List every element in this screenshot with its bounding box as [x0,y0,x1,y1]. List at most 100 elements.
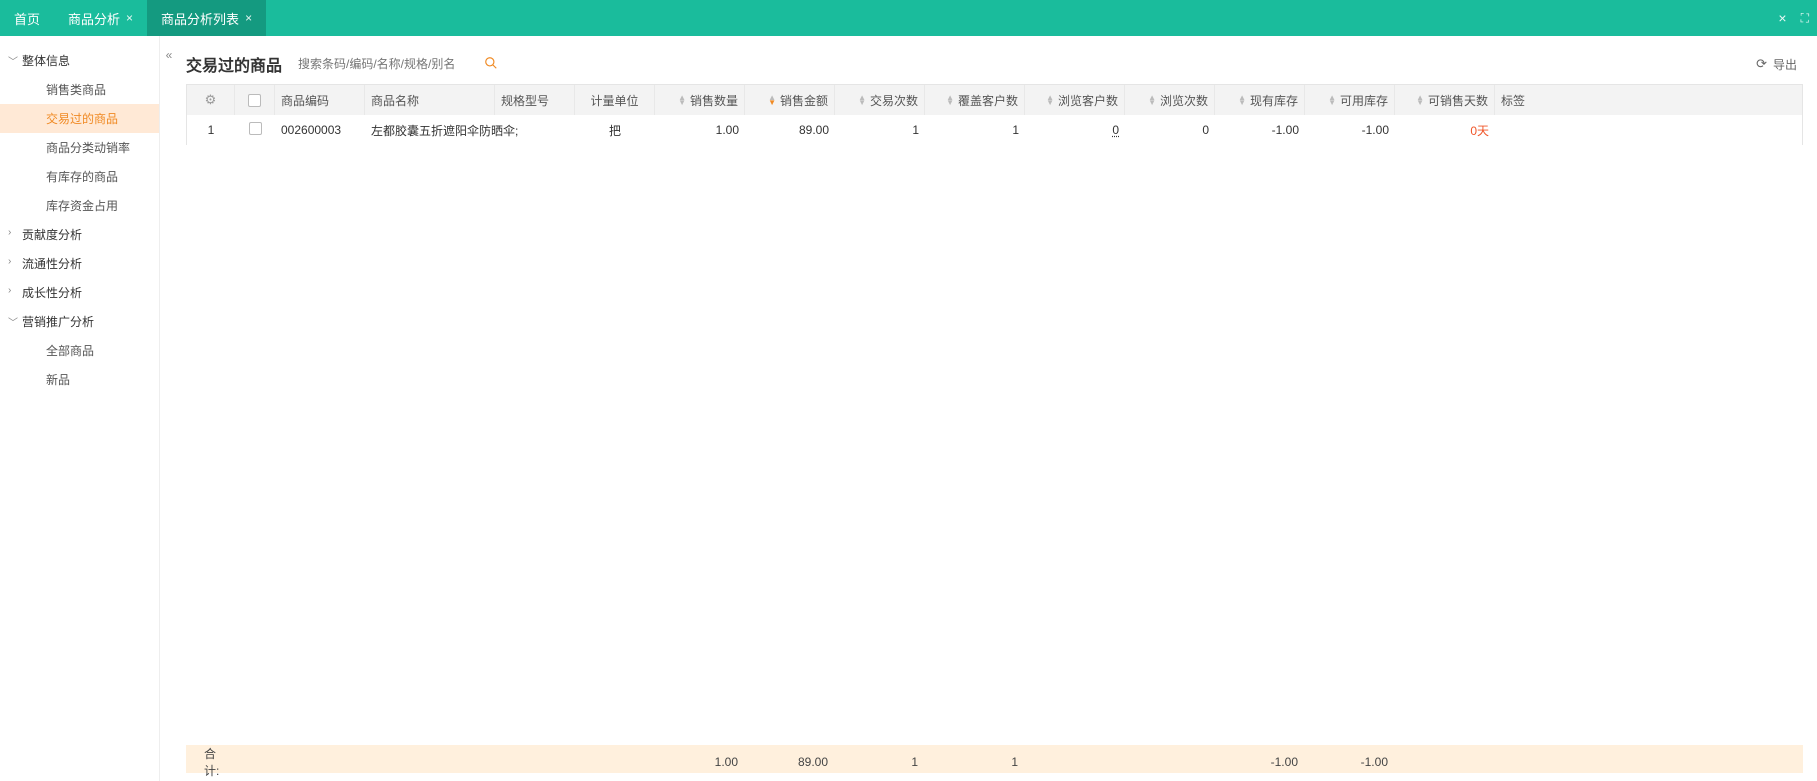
tfoot-label: 合计: [186,745,234,779]
select-all-checkbox[interactable] [248,94,261,107]
sidebar-item-traded-products[interactable]: 交易过的商品 [0,104,159,133]
tfoot-stock-avail: -1.00 [1304,755,1394,769]
th-gear[interactable]: ⚙ [187,85,235,115]
page-title: 交易过的商品 [186,52,282,76]
sidebar-item-category-sellrate[interactable]: 商品分类动销率 [0,133,159,162]
row-checkbox[interactable] [249,122,262,135]
tabbar-right-icons: × ⛶ [1778,0,1809,36]
th-sellable-days[interactable]: ▲▼可销售天数 [1395,85,1495,115]
td-stock-avail: -1.00 [1305,123,1395,137]
sidebar-group-header[interactable]: › 成长性分析 [0,278,159,307]
th-unit[interactable]: 计量单位 [575,85,655,115]
sort-icon: ▲▼ [858,95,866,105]
fullscreen-icon[interactable]: ⛶ [1801,11,1809,26]
layout: ﹀ 整体信息 销售类商品 交易过的商品 商品分类动销率 有库存的商品 库存资金占… [0,36,1817,781]
tab-label: 商品分析 [68,9,120,28]
sidebar-group-overview: ﹀ 整体信息 销售类商品 交易过的商品 商品分类动销率 有库存的商品 库存资金占… [0,46,159,220]
td-browse-count: 0 [1125,123,1215,137]
td-cover-cust: 1 [925,123,1025,137]
search-icon[interactable] [484,56,498,73]
td-unit: 把 [575,122,655,139]
sort-icon: ▲▼ [768,95,776,105]
tfoot-stock-now: -1.00 [1214,755,1304,769]
th-spec[interactable]: 规格型号 [495,85,575,115]
sidebar-item-instock-products[interactable]: 有库存的商品 [0,162,159,191]
sidebar-group-header[interactable]: ﹀ 整体信息 [0,46,159,75]
close-icon[interactable]: × [126,11,133,25]
th-browse-cust[interactable]: ▲▼浏览客户数 [1025,85,1125,115]
tfoot-trade-count: 1 [834,755,924,769]
sidebar-item-all-products[interactable]: 全部商品 [0,336,159,365]
tab-label: 首页 [14,9,40,28]
close-all-icon[interactable]: × [1778,10,1786,26]
th-sales-qty[interactable]: ▲▼销售数量 [655,85,745,115]
tfoot-cover-cust: 1 [924,755,1024,769]
sort-icon: ▲▼ [1046,95,1054,105]
close-icon[interactable]: × [245,11,252,25]
sidebar-group-label: 流通性分析 [22,255,82,272]
sidebar-group-liquidity: › 流通性分析 [0,249,159,278]
tfoot-sales-qty: 1.00 [654,755,744,769]
sidebar-item-sales-products[interactable]: 销售类商品 [0,75,159,104]
search-input[interactable] [298,57,478,72]
sidebar-group-growth: › 成长性分析 [0,278,159,307]
browse-cust-link[interactable]: 0 [1112,123,1119,137]
sidebar-group-label: 贡献度分析 [22,226,82,243]
tfoot-sales-amount: 89.00 [744,755,834,769]
main-content: 交易过的商品 ⟳ 导出 ⚙ 商品编码 商品名称 规格型号 计量单位 ▲▼销售 [160,36,1817,781]
chevron-down-icon: ﹀ [8,314,18,329]
th-tags[interactable]: 标签 [1495,85,1802,115]
chevron-right-icon: › [8,256,11,267]
th-browse-count[interactable]: ▲▼浏览次数 [1125,85,1215,115]
td-sellable-days: 0天 [1395,122,1495,139]
chevron-down-icon: ﹀ [8,53,18,68]
sidebar: ﹀ 整体信息 销售类商品 交易过的商品 商品分类动销率 有库存的商品 库存资金占… [0,36,160,781]
sidebar-group-header[interactable]: › 贡献度分析 [0,220,159,249]
sidebar-group-label: 成长性分析 [22,284,82,301]
th-cover-cust[interactable]: ▲▼覆盖客户数 [925,85,1025,115]
th-stock-avail[interactable]: ▲▼可用库存 [1305,85,1395,115]
td-trade-count: 1 [835,123,925,137]
td-sales-amount: 89.00 [745,123,835,137]
sidebar-group-contribution: › 贡献度分析 [0,220,159,249]
sidebar-group-header[interactable]: ﹀ 营销推广分析 [0,307,159,336]
sidebar-item-new-products[interactable]: 新品 [0,365,159,394]
sidebar-group-label: 营销推广分析 [22,313,94,330]
tab-home[interactable]: 首页 [0,0,54,36]
export-label: 导出 [1773,56,1797,73]
sidebar-item-stock-capital[interactable]: 库存资金占用 [0,191,159,220]
page-header: 交易过的商品 ⟳ 导出 [186,44,1803,84]
th-trade-count[interactable]: ▲▼交易次数 [835,85,925,115]
table-head: ⚙ 商品编码 商品名称 规格型号 计量单位 ▲▼销售数量 ▲▼销售金额 ▲▼交易… [187,85,1802,115]
td-product-name: 左都胶囊五折遮阳伞防晒伞; [365,122,495,139]
export-icon: ⟳ [1756,56,1767,72]
tab-product-analysis-list[interactable]: 商品分析列表 × [147,0,266,36]
tab-label: 商品分析列表 [161,9,239,28]
sidebar-group-header[interactable]: › 流通性分析 [0,249,159,278]
td-sales-qty: 1.00 [655,123,745,137]
table-row[interactable]: 1 002600003 左都胶囊五折遮阳伞防晒伞; 把 1.00 89.00 1… [187,115,1802,145]
th-stock-now[interactable]: ▲▼现有库存 [1215,85,1305,115]
sort-icon: ▲▼ [1238,95,1246,105]
table-footer: 合计: 1.00 89.00 1 1 -1.00 -1.00 [186,745,1803,773]
gear-icon: ⚙ [205,92,217,108]
search-box [298,56,498,73]
sidebar-group-label: 整体信息 [22,52,70,69]
chevron-right-icon: › [8,285,11,296]
td-browse-cust: 0 [1025,123,1125,137]
chevron-right-icon: › [8,227,11,238]
tab-bar: 首页 商品分析 × 商品分析列表 × × ⛶ [0,0,1817,36]
sort-icon: ▲▼ [1148,95,1156,105]
th-product-name[interactable]: 商品名称 [365,85,495,115]
tab-product-analysis[interactable]: 商品分析 × [54,0,147,36]
export-button[interactable]: ⟳ 导出 [1750,52,1803,77]
td-product-code: 002600003 [275,123,365,137]
sort-icon: ▲▼ [1416,95,1424,105]
sort-icon: ▲▼ [1328,95,1336,105]
th-checkbox [235,85,275,115]
th-sales-amount[interactable]: ▲▼销售金额 [745,85,835,115]
th-product-code[interactable]: 商品编码 [275,85,365,115]
sidebar-group-marketing: ﹀ 营销推广分析 全部商品 新品 [0,307,159,394]
td-idx: 1 [187,123,235,137]
td-checkbox [235,122,275,138]
